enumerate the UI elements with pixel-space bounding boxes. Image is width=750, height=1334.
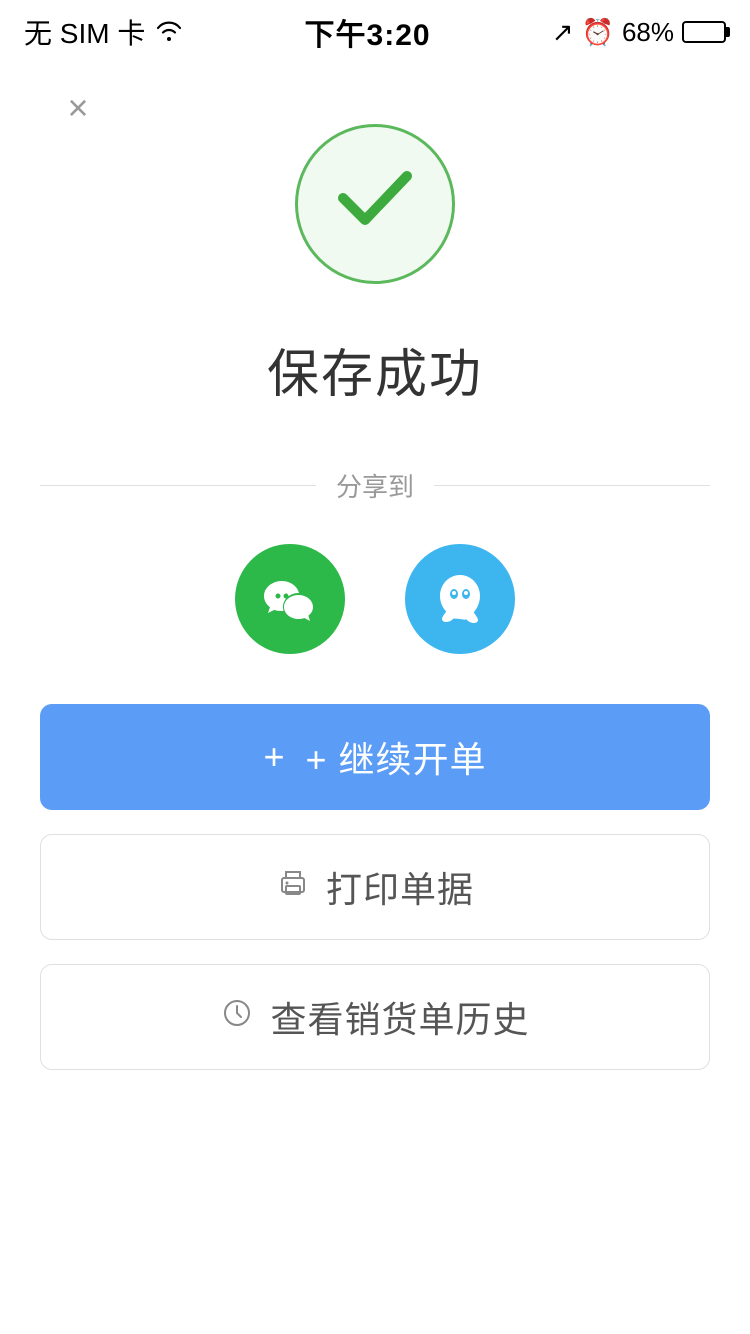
checkmark-icon: [335, 164, 415, 244]
alarm-icon: ⏰: [582, 17, 614, 48]
share-label: 分享到: [336, 467, 414, 504]
wifi-icon: [155, 16, 183, 48]
history-icon: [220, 996, 254, 1039]
continue-order-button[interactable]: + + 继续开单: [40, 704, 710, 810]
share-qq-button[interactable]: [405, 544, 515, 654]
status-bar: 无 SIM 卡 下午3:20 ↗ ⏰ 68%: [0, 0, 750, 64]
status-right: ↗ ⏰ 68%: [552, 17, 726, 48]
battery-icon: [682, 21, 726, 43]
history-button[interactable]: 查看销货单历史: [40, 964, 710, 1070]
no-sim-text: 无 SIM 卡: [24, 12, 145, 52]
status-left: 无 SIM 卡: [24, 12, 183, 52]
divider-right: [434, 485, 710, 486]
close-icon: ×: [67, 87, 88, 129]
history-label: 查看销货单历史: [270, 991, 529, 1043]
share-section: 分享到: [0, 467, 750, 654]
print-button[interactable]: 打印单据: [40, 834, 710, 940]
qq-icon: [428, 567, 492, 631]
share-divider-row: 分享到: [40, 467, 710, 504]
status-time: 下午3:20: [305, 10, 431, 54]
plus-icon: +: [263, 736, 285, 778]
battery-pct: 68%: [622, 17, 674, 48]
success-circle: [295, 124, 455, 284]
continue-label: + 继续开单: [306, 731, 487, 783]
close-button[interactable]: ×: [50, 80, 106, 136]
success-title: 保存成功: [267, 332, 483, 407]
print-label: 打印单据: [326, 861, 474, 913]
wechat-icon: [258, 567, 322, 631]
share-icons-row: [40, 544, 710, 654]
print-icon: [276, 866, 310, 909]
divider-left: [40, 485, 316, 486]
action-buttons: + + 继续开单 打印单据 查看销货单历史: [0, 704, 750, 1070]
location-icon: ↗: [552, 17, 574, 48]
main-content: 保存成功 分享到: [0, 64, 750, 1070]
share-wechat-button[interactable]: [235, 544, 345, 654]
